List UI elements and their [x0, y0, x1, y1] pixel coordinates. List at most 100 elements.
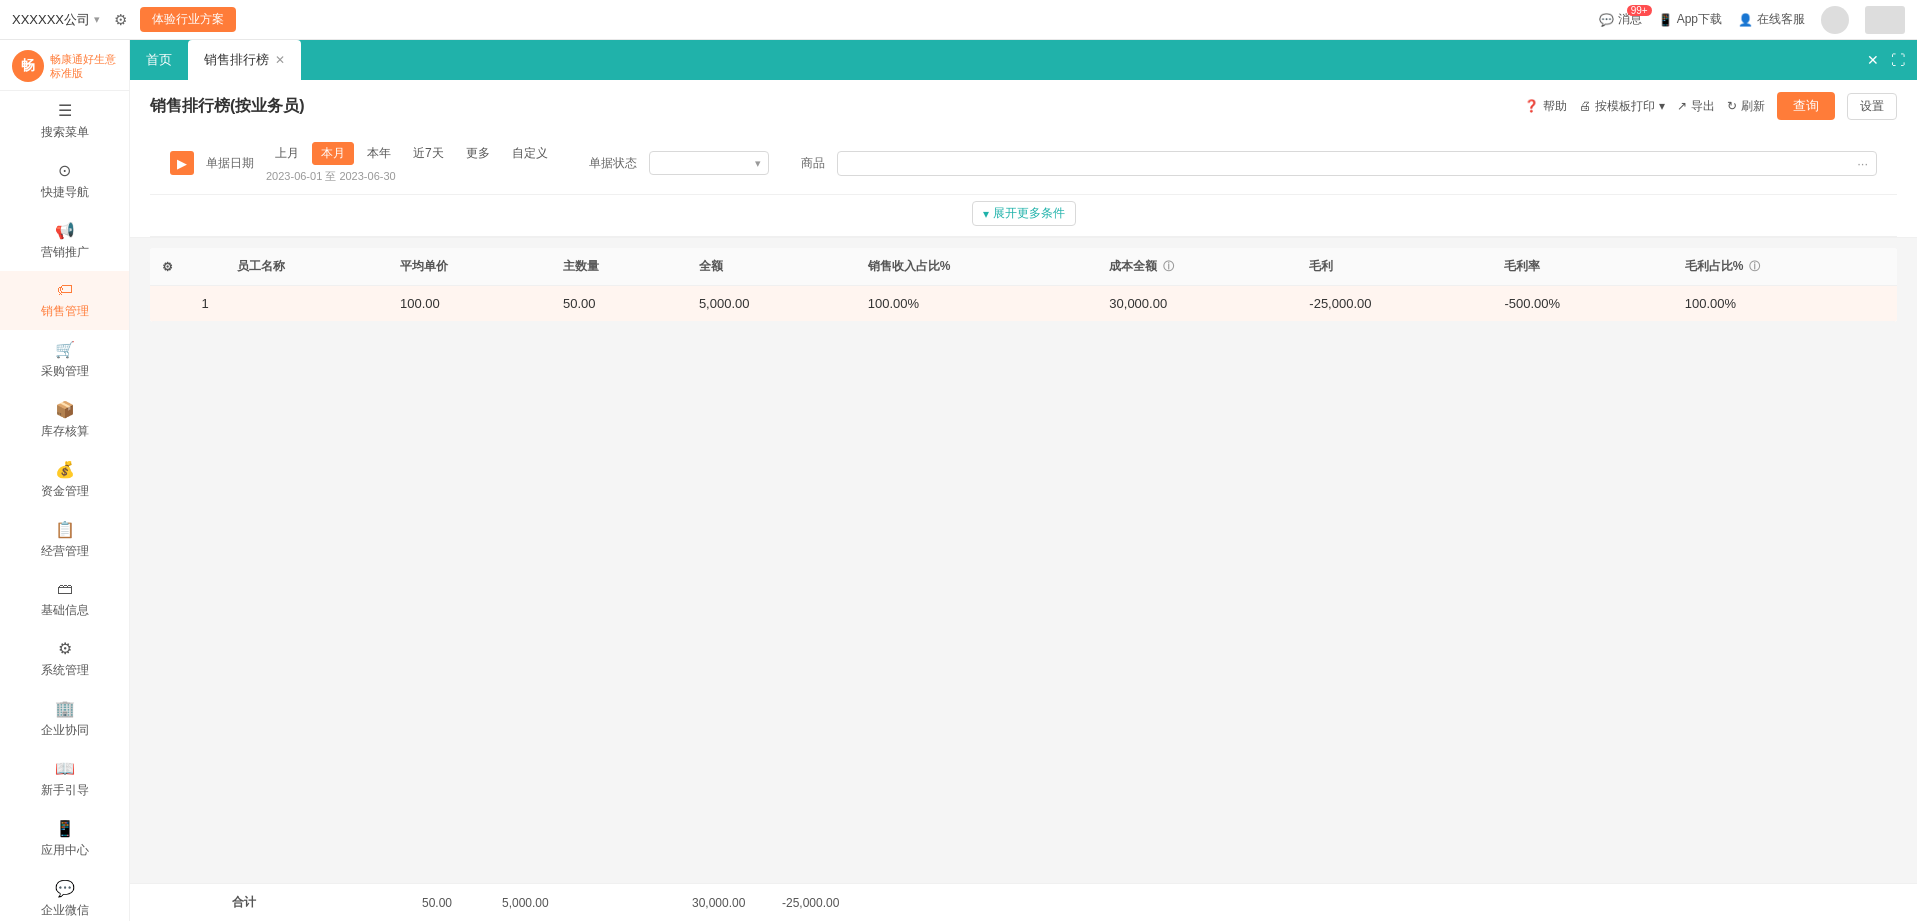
tab-bar: 首页 销售排行榜 ✕ ✕ ⛶ — [130, 40, 1917, 80]
app-icon: 📱 — [1658, 13, 1673, 27]
th-rank — [185, 248, 225, 286]
th-avg-price: 平均单价 — [388, 248, 551, 286]
logo-icon: 畅 — [12, 50, 44, 82]
refresh-icon: ↻ — [1727, 99, 1737, 113]
goods-input[interactable]: ··· — [837, 151, 1877, 176]
tab-close-window-icon[interactable]: ✕ — [1867, 52, 1879, 68]
sidebar-item-marketing[interactable]: 📢 营销推广 — [0, 211, 129, 271]
sidebar-logo: 畅 畅康通好生意 标准版 — [0, 40, 129, 91]
sidebar-label-purchase: 采购管理 — [41, 363, 89, 380]
refresh-btn[interactable]: ↻ 刷新 — [1727, 98, 1765, 115]
th-amount: 全额 — [687, 248, 856, 286]
row-rank: 1 — [185, 286, 225, 322]
sidebar-item-quick-nav[interactable]: ⊙ 快捷导航 — [0, 151, 129, 211]
marketing-icon: 📢 — [55, 221, 75, 240]
footer-amount: 5,000.00 — [490, 896, 580, 910]
row-amount: 5,000.00 — [687, 286, 856, 322]
settings-icon[interactable]: ⚙ — [108, 8, 132, 32]
status-label: 单据状态 — [589, 155, 637, 172]
th-emp-name: 员工名称 — [225, 248, 388, 286]
table-body: 1 100.00 50.00 5,000.00 100.00% 30,000.0… — [150, 286, 1897, 322]
sidebar-label-system: 系统管理 — [41, 662, 89, 679]
sidebar-item-base-info[interactable]: 🗃 基础信息 — [0, 570, 129, 629]
chevron-down-icon: ▾ — [94, 13, 100, 26]
query-button[interactable]: 查询 — [1777, 92, 1835, 120]
company-selector[interactable]: XXXXXX公司 ▾ — [12, 11, 100, 29]
home-icon: ⊙ — [58, 161, 71, 180]
company-name: XXXXXX公司 — [12, 11, 90, 29]
print-btn[interactable]: 🖨 按模板打印 ▾ — [1579, 98, 1665, 115]
main-layout: 畅 畅康通好生意 标准版 ☰ 搜索菜单 ⊙ 快捷导航 📢 营销推广 🏷 销售管理… — [0, 40, 1917, 921]
online-service-btn[interactable]: 👤 在线客服 — [1738, 11, 1805, 28]
message-icon: 💬 — [1599, 13, 1614, 27]
date-tab-more[interactable]: 更多 — [457, 142, 499, 165]
status-select[interactable] — [649, 151, 769, 175]
gross-pct-info-icon[interactable]: ⓘ — [1749, 260, 1760, 272]
date-tabs: 上月 本月 本年 近7天 更多 自定义 — [266, 142, 557, 165]
sidebar: 畅 畅康通好生意 标准版 ☰ 搜索菜单 ⊙ 快捷导航 📢 营销推广 🏷 销售管理… — [0, 40, 130, 921]
sidebar-item-system[interactable]: ⚙ 系统管理 — [0, 629, 129, 689]
date-tab-last-month[interactable]: 上月 — [266, 142, 308, 165]
settings-button[interactable]: 设置 — [1847, 93, 1897, 120]
date-tab-this-year[interactable]: 本年 — [358, 142, 400, 165]
date-label: 单据日期 — [206, 155, 254, 172]
sidebar-label-guide: 新手引导 — [41, 782, 89, 799]
filter-toggle-btn[interactable]: ▶ — [170, 151, 194, 175]
date-tab-custom[interactable]: 自定义 — [503, 142, 557, 165]
th-gross-pct: 毛利占比% ⓘ — [1673, 248, 1897, 286]
sidebar-label-search: 搜索菜单 — [41, 124, 89, 141]
row-gross-pct: 100.00% — [1673, 286, 1897, 322]
sidebar-item-wechat[interactable]: 💬 企业微信 — [0, 869, 129, 921]
footer-label: 合计 — [220, 894, 320, 911]
page-title-row: 销售排行榜(按业务员) ❓ 帮助 🖨 按模板打印 ▾ ↗ — [150, 92, 1897, 120]
filter-area: ▶ 单据日期 上月 本月 本年 近7天 更多 自定义 2023-06-01 至 … — [150, 132, 1897, 195]
sidebar-label-enterprise: 企业协同 — [41, 722, 89, 739]
sidebar-item-sales[interactable]: 🏷 销售管理 — [0, 271, 129, 330]
refresh-label: 刷新 — [1741, 98, 1765, 115]
row-emp-name — [225, 286, 388, 322]
tab-bar-actions: ✕ ⛶ — [1867, 52, 1917, 68]
base-info-icon: 🗃 — [57, 580, 73, 598]
date-tab-this-month[interactable]: 本月 — [312, 142, 354, 165]
operations-icon: 📋 — [55, 520, 75, 539]
help-label: 帮助 — [1543, 98, 1567, 115]
sidebar-item-purchase[interactable]: 🛒 采购管理 — [0, 330, 129, 390]
sidebar-item-inventory[interactable]: 📦 库存核算 — [0, 390, 129, 450]
row-gross: -25,000.00 — [1297, 286, 1492, 322]
export-btn[interactable]: ↗ 导出 — [1677, 98, 1715, 115]
tab-close-icon[interactable]: ✕ — [275, 53, 285, 67]
row-sales-pct: 100.00% — [856, 286, 1098, 322]
app-center-icon: 📱 — [55, 819, 75, 838]
help-btn[interactable]: ❓ 帮助 — [1524, 98, 1567, 115]
sidebar-label-sales: 销售管理 — [41, 303, 89, 320]
date-tab-last7days[interactable]: 近7天 — [404, 142, 453, 165]
th-gross: 毛利 — [1297, 248, 1492, 286]
print-chevron-icon: ▾ — [1659, 99, 1665, 113]
sidebar-label-quick-nav: 快捷导航 — [41, 184, 89, 201]
message-btn[interactable]: 💬 消息 99+ — [1599, 11, 1642, 28]
avatar[interactable] — [1821, 6, 1849, 34]
sidebar-item-search[interactable]: ☰ 搜索菜单 — [0, 91, 129, 151]
sidebar-item-guide[interactable]: 📖 新手引导 — [0, 749, 129, 809]
th-settings[interactable]: ⚙ — [150, 248, 185, 286]
export-label: 导出 — [1691, 98, 1715, 115]
tab-sales-rank[interactable]: 销售排行榜 ✕ — [188, 40, 301, 80]
sidebar-item-app-center[interactable]: 📱 应用中心 — [0, 809, 129, 869]
trial-button[interactable]: 体验行业方案 — [140, 7, 236, 32]
row-cost: 30,000.00 — [1097, 286, 1297, 322]
app-download-label: App下载 — [1677, 11, 1722, 28]
expand-more-label: 展开更多条件 — [993, 205, 1065, 222]
row-avg-price: 100.00 — [388, 286, 551, 322]
sidebar-item-enterprise[interactable]: 🏢 企业协同 — [0, 689, 129, 749]
sidebar-item-finance[interactable]: 💰 资金管理 — [0, 450, 129, 510]
cost-info-icon[interactable]: ⓘ — [1163, 260, 1174, 272]
tab-home[interactable]: 首页 — [130, 40, 188, 80]
export-icon: ↗ — [1677, 99, 1687, 113]
footer-qty: 50.00 — [410, 896, 490, 910]
row-qty: 50.00 — [551, 286, 687, 322]
app-download-btn[interactable]: 📱 App下载 — [1658, 11, 1722, 28]
sidebar-item-operations[interactable]: 📋 经营管理 — [0, 510, 129, 570]
goods-dots[interactable]: ··· — [1857, 156, 1868, 171]
tab-maximize-icon[interactable]: ⛶ — [1891, 52, 1905, 68]
expand-more-btn[interactable]: ▾ 展开更多条件 — [972, 201, 1076, 226]
